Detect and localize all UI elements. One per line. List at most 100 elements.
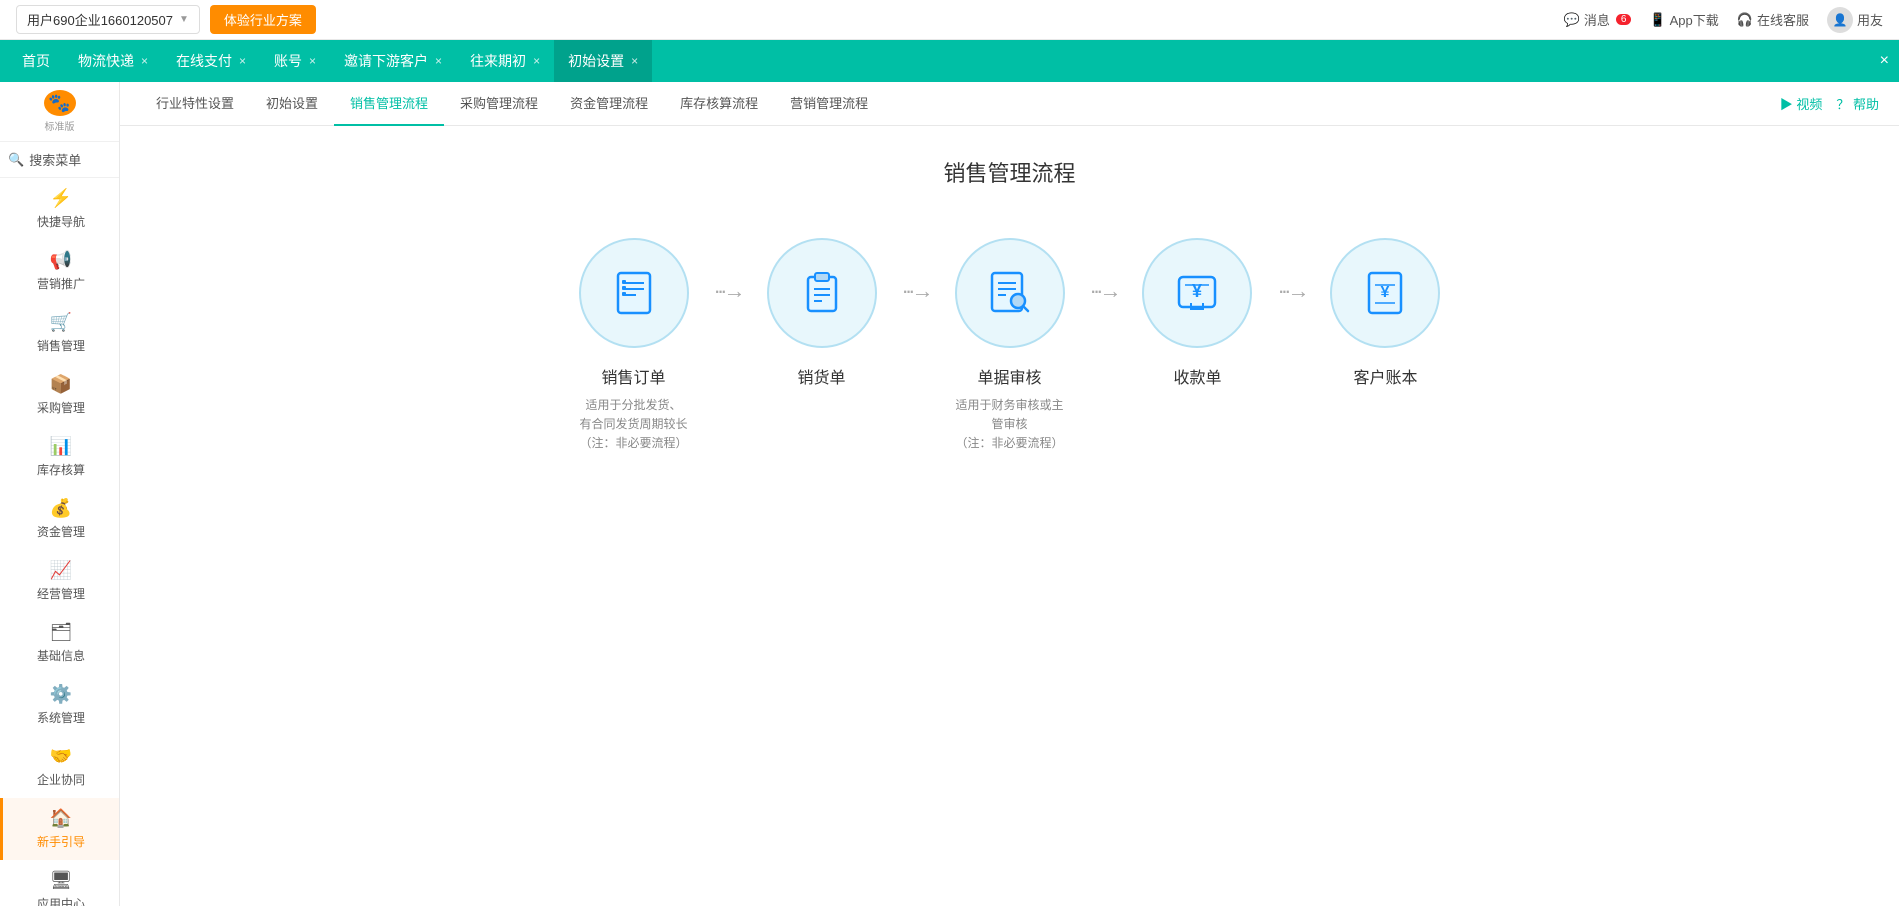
help-link[interactable]: ？ 帮助: [1836, 94, 1879, 113]
nav-bar-close-icon[interactable]: ×: [1880, 52, 1889, 70]
gear-icon: ⚙️: [50, 684, 72, 705]
sidebar-item-quick-nav[interactable]: ⚡ 快捷导航: [0, 178, 119, 240]
headset-icon: 🎧: [1737, 12, 1753, 28]
trial-button[interactable]: 体验行业方案: [210, 5, 316, 34]
sidebar-item-new-guide[interactable]: 🏠 新手引导: [0, 798, 119, 860]
sidebar-search[interactable]: 🔍 搜索菜单: [0, 142, 119, 178]
sidebar-item-enterprise-collab[interactable]: 🤝 企业协同: [0, 736, 119, 798]
tab-industry-settings[interactable]: 行业特性设置: [140, 82, 250, 126]
play-icon: ▶: [1780, 97, 1793, 112]
top-bar: 用户690企业1660120507 ▼ 体验行业方案 💬 消息 6 📱 App下…: [0, 0, 1899, 40]
nav-item-payment[interactable]: 在线支付 ×: [162, 40, 260, 82]
sidebar-item-finance[interactable]: 💰 资金管理: [0, 488, 119, 550]
trending-icon: 📈: [50, 560, 72, 581]
app-label: App下载: [1670, 10, 1719, 29]
chart-icon: 📊: [50, 436, 72, 457]
sub-nav: 行业特性设置 初始设置 销售管理流程 采购管理流程 资金管理流程 库存核算流程 …: [120, 82, 1899, 126]
sidebar-item-inventory[interactable]: 📊 库存核算: [0, 426, 119, 488]
doc-search-icon: [984, 267, 1036, 319]
sidebar-item-label: 企业协同: [37, 771, 85, 788]
user-menu-item[interactable]: 👤 用友: [1827, 7, 1883, 33]
step-circle-doc-review: [955, 238, 1065, 348]
tab-label: 资金管理流程: [570, 93, 648, 112]
svg-text:¥: ¥: [1192, 281, 1202, 301]
close-icon[interactable]: ×: [141, 54, 148, 68]
service-item[interactable]: 🎧 在线客服: [1737, 10, 1809, 29]
nav-item-home[interactable]: 首页: [8, 40, 64, 82]
tab-finance-flow[interactable]: 资金管理流程: [554, 82, 664, 126]
money-box-icon: ¥: [1171, 267, 1223, 319]
sidebar-item-app-center[interactable]: 🖥 应用中心: [0, 860, 119, 906]
tab-sales-flow[interactable]: 销售管理流程: [334, 82, 444, 126]
top-bar-right: 💬 消息 6 📱 App下载 🎧 在线客服 👤 用友: [1564, 7, 1883, 33]
tab-inventory-flow[interactable]: 库存核算流程: [664, 82, 774, 126]
flow-content: 销售管理流程 销售订: [120, 126, 1899, 906]
app-download-item[interactable]: 📱 App下载: [1649, 10, 1718, 29]
step-desc: 适用于分批发货、有合同发货周期较长（注：非必要流程）: [580, 396, 688, 454]
avatar: 👤: [1827, 7, 1853, 33]
lightning-icon: ⚡: [50, 188, 72, 209]
user-selector[interactable]: 用户690企业1660120507 ▼: [16, 5, 200, 34]
sidebar-item-label: 新手引导: [37, 833, 85, 850]
tab-label: 销售管理流程: [350, 93, 428, 112]
tab-marketing-flow[interactable]: 营销管理流程: [774, 82, 884, 126]
message-badge: 6: [1616, 14, 1632, 25]
cart-icon: 🛒: [50, 312, 72, 333]
close-icon[interactable]: ×: [631, 54, 638, 68]
question-icon: ？: [1836, 97, 1849, 112]
ledger-icon: ¥: [1359, 267, 1411, 319]
tab-init-settings[interactable]: 初始设置: [250, 82, 334, 126]
sidebar-item-sales[interactable]: 🛒 销售管理: [0, 302, 119, 364]
nav-item-label: 初始设置: [568, 51, 624, 71]
flow-arrow-1: ···→: [714, 238, 742, 304]
megaphone-icon: 📢: [50, 250, 72, 271]
flow-step-receipt[interactable]: ¥ 收款单: [1117, 238, 1277, 396]
nav-item-label: 账号: [274, 51, 302, 71]
close-icon[interactable]: ×: [435, 54, 442, 68]
step-name: 单据审核: [977, 364, 1041, 388]
flow-arrow-3: ···→: [1090, 238, 1118, 304]
tab-label: 营销管理流程: [790, 93, 868, 112]
money-icon: 💰: [50, 498, 72, 519]
content-area: 行业特性设置 初始设置 销售管理流程 采购管理流程 资金管理流程 库存核算流程 …: [120, 82, 1899, 906]
sidebar-item-purchase[interactable]: 📦 采购管理: [0, 364, 119, 426]
nav-bar: 首页 物流快递 × 在线支付 × 账号 × 邀请下游客户 × 往来期初 × 初始…: [0, 40, 1899, 82]
sidebar-item-operation[interactable]: 📈 经营管理: [0, 550, 119, 612]
flow-step-customer-ledger[interactable]: ¥ 客户账本: [1305, 238, 1465, 396]
sidebar-item-system[interactable]: ⚙️ 系统管理: [0, 674, 119, 736]
flow-arrow-4: ···→: [1277, 238, 1305, 304]
nav-item-logistics[interactable]: 物流快递 ×: [64, 40, 162, 82]
user-menu-label: 用友: [1857, 10, 1883, 29]
user-label: 用户690企业1660120507: [27, 10, 173, 29]
sidebar-item-label: 销售管理: [37, 337, 85, 354]
nav-item-label: 往来期初: [470, 51, 526, 71]
tab-label: 库存核算流程: [680, 93, 758, 112]
flow-step-doc-review[interactable]: 单据审核 适用于财务审核或主管审核（注：非必要流程）: [930, 238, 1090, 454]
home-icon: 🏠: [50, 808, 72, 829]
sidebar-item-basic-info[interactable]: 🗂 基础信息: [0, 612, 119, 674]
sidebar-item-label: 快捷导航: [37, 213, 85, 230]
nav-item-account[interactable]: 账号 ×: [260, 40, 330, 82]
nav-item-label: 在线支付: [176, 51, 232, 71]
nav-item-invite[interactable]: 邀请下游客户 ×: [330, 40, 456, 82]
close-icon[interactable]: ×: [533, 54, 540, 68]
nav-item-label: 邀请下游客户: [344, 51, 428, 71]
sidebar-item-label: 采购管理: [37, 399, 85, 416]
sidebar-item-label: 资金管理: [37, 523, 85, 540]
logo-icon: 🐾: [44, 90, 76, 116]
flow-step-sales-invoice[interactable]: 销货单: [742, 238, 902, 396]
folder-icon: 🗂: [50, 622, 73, 643]
flow-step-sales-order[interactable]: 销售订单 适用于分批发货、有合同发货周期较长（注：非必要流程）: [554, 238, 714, 454]
tab-purchase-flow[interactable]: 采购管理流程: [444, 82, 554, 126]
close-icon[interactable]: ×: [309, 54, 316, 68]
nav-item-period[interactable]: 往来期初 ×: [456, 40, 554, 82]
video-link[interactable]: ▶ 视频: [1780, 94, 1823, 113]
flow-arrow-2: ···→: [902, 238, 930, 304]
close-icon[interactable]: ×: [239, 54, 246, 68]
flow-title: 销售管理流程: [943, 156, 1075, 188]
nav-item-init[interactable]: 初始设置 ×: [554, 40, 652, 82]
sidebar-item-marketing[interactable]: 📢 营销推广: [0, 240, 119, 302]
message-label: 消息: [1584, 10, 1610, 29]
message-icon-item[interactable]: 💬 消息 6: [1564, 10, 1632, 29]
tab-label: 采购管理流程: [460, 93, 538, 112]
